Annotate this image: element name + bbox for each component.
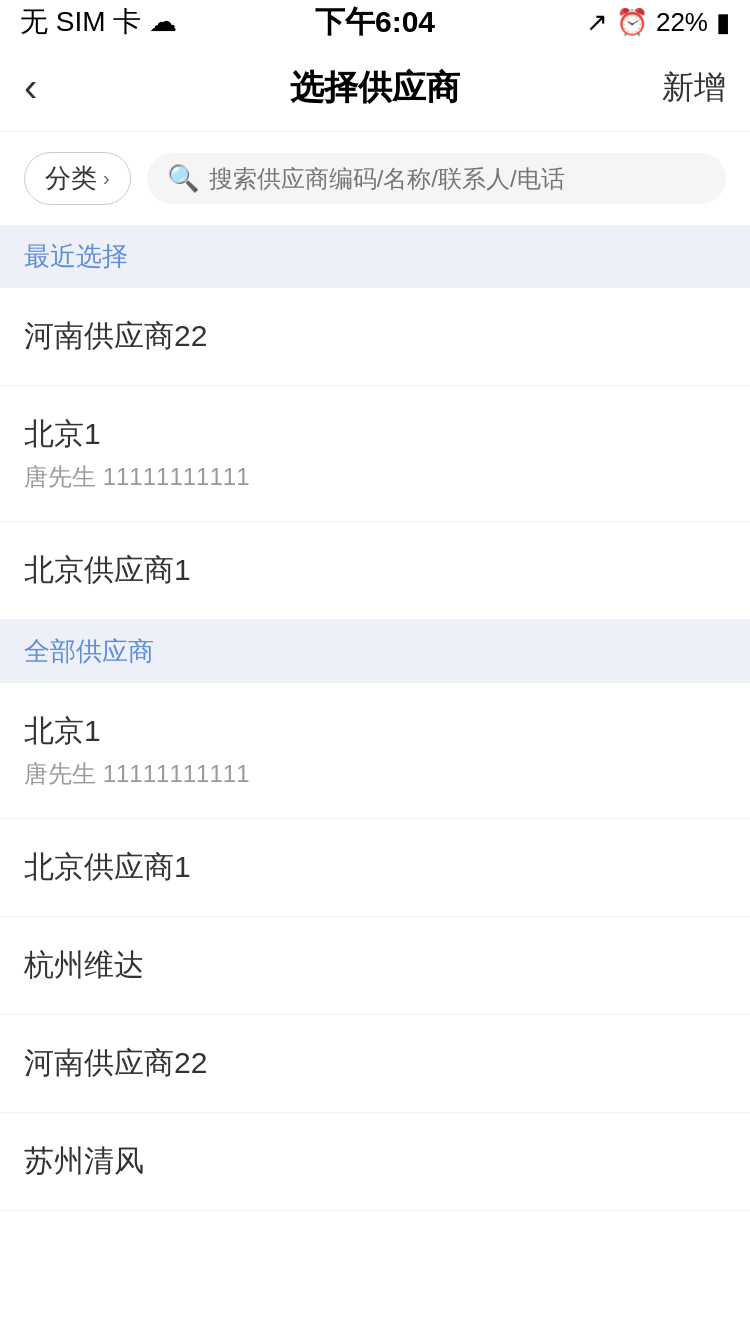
item-sub: 唐先生 11111111111 xyxy=(24,461,726,493)
sim-status: 无 SIM 卡 ☁ xyxy=(20,3,177,41)
list-item[interactable]: 河南供应商22 xyxy=(0,1015,750,1113)
back-button[interactable]: ‹ xyxy=(24,65,84,110)
list-item[interactable]: 北京1 唐先生 11111111111 xyxy=(0,683,750,819)
list-item[interactable]: 北京供应商1 xyxy=(0,522,750,620)
status-right: ↗ ⏰ 22% ▮ xyxy=(586,7,730,38)
item-name: 河南供应商22 xyxy=(24,1043,726,1084)
item-name: 北京供应商1 xyxy=(24,550,726,591)
nav-bar: ‹ 选择供应商 新增 xyxy=(0,44,750,132)
recent-list: 河南供应商22 北京1 唐先生 11111111111 北京供应商1 xyxy=(0,288,750,620)
item-name: 北京供应商1 xyxy=(24,847,726,888)
item-name: 杭州维达 xyxy=(24,945,726,986)
item-name: 河南供应商22 xyxy=(24,316,726,357)
filter-bar: 分类 › 🔍 xyxy=(0,132,750,225)
list-item[interactable]: 苏州清风 xyxy=(0,1113,750,1211)
recent-section-header: 最近选择 xyxy=(0,225,750,288)
list-item[interactable]: 杭州维达 xyxy=(0,917,750,1015)
item-sub: 唐先生 11111111111 xyxy=(24,758,726,790)
list-item[interactable]: 北京1 唐先生 11111111111 xyxy=(0,386,750,522)
status-left: 无 SIM 卡 ☁ xyxy=(20,3,177,41)
item-name: 苏州清风 xyxy=(24,1141,726,1182)
category-label: 分类 xyxy=(45,161,97,196)
search-box: 🔍 xyxy=(147,153,726,204)
all-section-header: 全部供应商 xyxy=(0,620,750,683)
status-bar: 无 SIM 卡 ☁ 下午6:04 ↗ ⏰ 22% ▮ xyxy=(0,0,750,44)
item-name: 北京1 xyxy=(24,414,726,455)
battery-indicator: 22% xyxy=(656,7,708,38)
location-icon: ↗ xyxy=(586,7,608,38)
add-button[interactable]: 新增 xyxy=(662,66,726,110)
alarm-icon: ⏰ xyxy=(616,7,648,38)
search-icon: 🔍 xyxy=(167,163,199,194)
chevron-right-icon: › xyxy=(103,167,110,190)
battery-icon: ▮ xyxy=(716,7,730,38)
search-input[interactable] xyxy=(209,165,706,193)
list-item[interactable]: 河南供应商22 xyxy=(0,288,750,386)
category-filter[interactable]: 分类 › xyxy=(24,152,131,205)
all-list: 北京1 唐先生 11111111111 北京供应商1 杭州维达河南供应商22 苏州清风 xyxy=(0,683,750,1211)
status-time: 下午6:04 xyxy=(315,2,435,43)
list-item[interactable]: 北京供应商1 xyxy=(0,819,750,917)
page-title: 选择供应商 xyxy=(290,65,460,111)
item-name: 北京1 xyxy=(24,711,726,752)
